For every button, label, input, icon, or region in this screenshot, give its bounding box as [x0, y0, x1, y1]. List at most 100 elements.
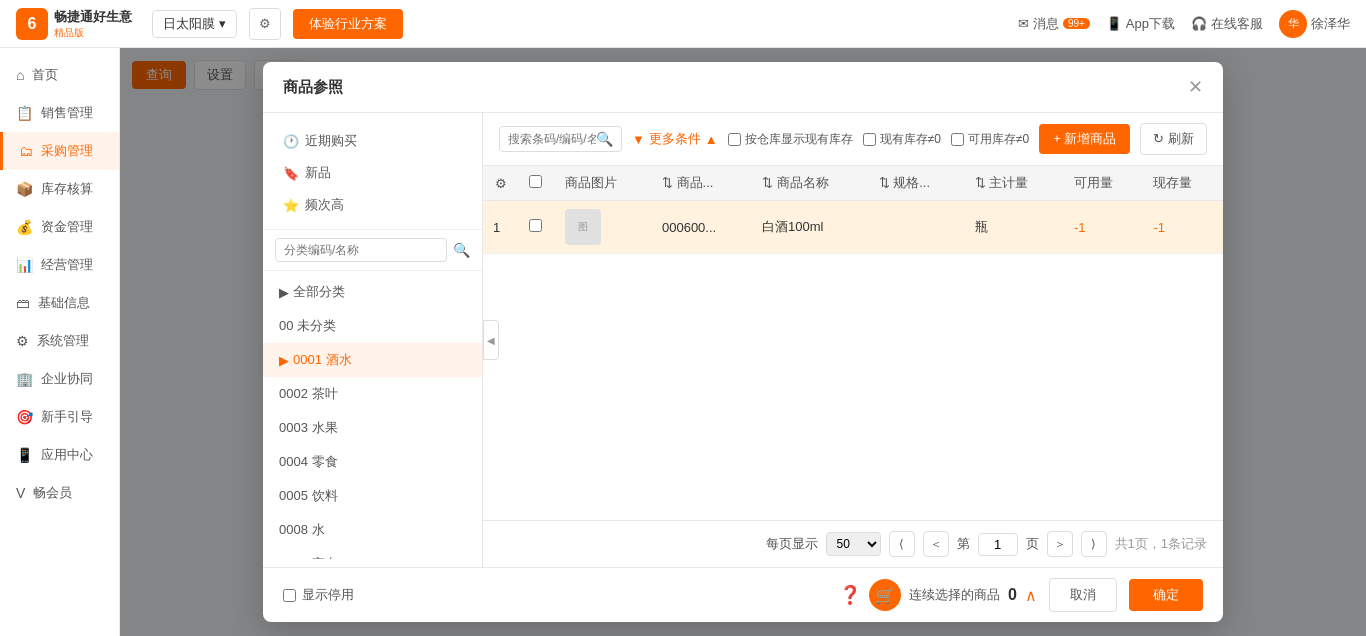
available-stock-checkbox[interactable] [951, 133, 964, 146]
page-size-select[interactable]: 50 10 20 100 [826, 532, 881, 556]
app-download-btn[interactable]: 📱 App下载 [1106, 15, 1175, 33]
show-disabled-wrap[interactable]: 显示停用 [283, 586, 354, 604]
category-0010-label: 0010 家电 [279, 555, 338, 559]
page-input[interactable] [978, 533, 1018, 556]
member-icon: V [16, 485, 25, 501]
sidebar-item-apps[interactable]: 📱应用中心 [0, 436, 119, 474]
th-unit[interactable]: ⇅ 主计量 [965, 166, 1064, 201]
more-filter-btn[interactable]: ▼ 更多条件 ▲ [632, 130, 718, 148]
experience-btn[interactable]: 体验行业方案 [293, 9, 403, 39]
td-image: 图 [555, 201, 652, 254]
category-0008-label: 0008 水 [279, 521, 325, 539]
category-0010[interactable]: 0010 家电 [263, 547, 482, 559]
current-stock-checkbox-wrap[interactable]: 现有库存≠0 [863, 131, 941, 148]
last-page-icon: ⟩ [1091, 537, 1096, 551]
td-checkbox[interactable] [519, 201, 555, 254]
th-spec[interactable]: ⇅ 规格... [869, 166, 965, 201]
th-available: 可用量 [1064, 166, 1143, 201]
product-search-icon[interactable]: 🔍 [596, 131, 613, 147]
category-0004-label: 0004 零食 [279, 453, 338, 471]
gear-button[interactable]: ⚙ [249, 8, 281, 40]
messages-btn[interactable]: ✉ 消息 99+ [1018, 15, 1090, 33]
cancel-btn[interactable]: 取消 [1049, 578, 1117, 612]
purchase-icon: 🗂 [19, 143, 33, 159]
product-table: ⚙ 商品图片 ⇅ 商品... ⇅ 商品名称 [483, 166, 1223, 254]
th-code[interactable]: ⇅ 商品... [652, 166, 752, 201]
refresh-btn[interactable]: ↻ 刷新 [1140, 123, 1207, 155]
add-product-btn[interactable]: + 新增商品 [1039, 124, 1130, 154]
th-checkbox[interactable] [519, 166, 555, 201]
available-stock-label: 可用库存≠0 [968, 131, 1029, 148]
sidebar-item-inventory[interactable]: 📦库存核算 [0, 170, 119, 208]
current-stock-checkbox[interactable] [863, 133, 876, 146]
select-all-checkbox[interactable] [529, 175, 542, 188]
first-page-btn[interactable]: ⟨ [889, 531, 915, 557]
category-0001-label: 0001 酒水 [293, 351, 352, 369]
warehouse-checkbox-wrap[interactable]: 按仓库显示现有库存 [728, 131, 853, 148]
arrow-right-icon: ▶ [279, 285, 289, 300]
td-code: 000600... [652, 201, 752, 254]
cart-area: ❓ 🛒 连续选择的商品 0 ∧ [839, 579, 1037, 611]
category-00[interactable]: 00 未分类 [263, 309, 482, 343]
sidebar-item-system[interactable]: ⚙系统管理 [0, 322, 119, 360]
modal-close-btn[interactable]: ✕ [1188, 76, 1203, 98]
row-checkbox[interactable] [529, 219, 542, 232]
quick-frequent[interactable]: ⭐ 频次高 [275, 189, 470, 221]
category-0003[interactable]: 0003 水果 [263, 411, 482, 445]
sidebar-item-finance[interactable]: 💰资金管理 [0, 208, 119, 246]
modal-footer: 显示停用 ❓ 🛒 连续选择的商品 0 ∧ 取消 确定 [263, 567, 1223, 622]
filter-arrow-icon: ▲ [705, 132, 718, 147]
category-all-label: 全部分类 [293, 283, 345, 301]
prev-page-btn[interactable]: ＜ [923, 531, 949, 557]
quick-new[interactable]: 🔖 新品 [275, 157, 470, 189]
th-name[interactable]: ⇅ 商品名称 [752, 166, 869, 201]
chevron-down-icon: ▾ [219, 16, 226, 31]
th-settings[interactable]: ⚙ [483, 166, 519, 201]
show-disabled-checkbox[interactable] [283, 589, 296, 602]
product-table-wrap: ⚙ 商品图片 ⇅ 商品... ⇅ 商品名称 [483, 166, 1223, 520]
collapse-panel-btn[interactable]: ◀ [483, 320, 499, 360]
table-row[interactable]: 1 图 000600... 白酒100ml 瓶 [483, 201, 1223, 254]
product-search-input[interactable] [508, 132, 596, 146]
category-0008[interactable]: 0008 水 [263, 513, 482, 547]
category-all[interactable]: ▶ 全部分类 [263, 275, 482, 309]
app-download-label: App下载 [1126, 15, 1175, 33]
customer-service-btn[interactable]: 🎧 在线客服 [1191, 15, 1263, 33]
collapse-cart-btn[interactable]: ∧ [1025, 586, 1037, 605]
available-stock-checkbox-wrap[interactable]: 可用库存≠0 [951, 131, 1029, 148]
category-0005[interactable]: 0005 饮料 [263, 479, 482, 513]
confirm-btn[interactable]: 确定 [1129, 579, 1203, 611]
category-0004[interactable]: 0004 零食 [263, 445, 482, 479]
quick-recent[interactable]: 🕐 近期购买 [275, 125, 470, 157]
search-category-input[interactable] [275, 238, 447, 262]
user-area[interactable]: 华 徐泽华 [1279, 10, 1350, 38]
tag-icon: 🔖 [283, 166, 299, 181]
messages-badge: 99+ [1063, 18, 1090, 29]
sidebar-item-basic[interactable]: 🗃基础信息 [0, 284, 119, 322]
sidebar-item-member[interactable]: V畅会员 [0, 474, 119, 512]
filter-icon: ▼ [632, 132, 645, 147]
enterprise-icon: 🏢 [16, 371, 33, 387]
cart-count: 0 [1008, 586, 1017, 604]
nav-selector[interactable]: 日太阳膜 ▾ [152, 10, 237, 38]
current-stock-label: 现有库存≠0 [880, 131, 941, 148]
sidebar-item-operations[interactable]: 📊经营管理 [0, 246, 119, 284]
category-0003-label: 0003 水果 [279, 419, 338, 437]
sidebar-item-home[interactable]: ⌂首页 [0, 56, 119, 94]
logo-icon: 6 [16, 8, 48, 40]
search-category-icon[interactable]: 🔍 [453, 242, 470, 258]
sidebar-item-sales[interactable]: 📋销售管理 [0, 94, 119, 132]
system-icon: ⚙ [16, 333, 29, 349]
nav-selector-text: 日太阳膜 [163, 15, 215, 33]
clock-icon: 🕐 [283, 134, 299, 149]
help-icon[interactable]: ❓ [839, 584, 861, 606]
category-0001[interactable]: ▶ 0001 酒水 [263, 343, 482, 377]
next-page-btn[interactable]: ＞ [1047, 531, 1073, 557]
sidebar-item-purchase[interactable]: 🗂采购管理 [0, 132, 119, 170]
category-0002[interactable]: 0002 茶叶 [263, 377, 482, 411]
sidebar-item-enterprise[interactable]: 🏢企业协同 [0, 360, 119, 398]
warehouse-checkbox[interactable] [728, 133, 741, 146]
modal-overlay[interactable]: 商品参照 ✕ 🕐 近期购买 🔖 [120, 48, 1366, 636]
last-page-btn[interactable]: ⟩ [1081, 531, 1107, 557]
sidebar-item-guide[interactable]: 🎯新手引导 [0, 398, 119, 436]
